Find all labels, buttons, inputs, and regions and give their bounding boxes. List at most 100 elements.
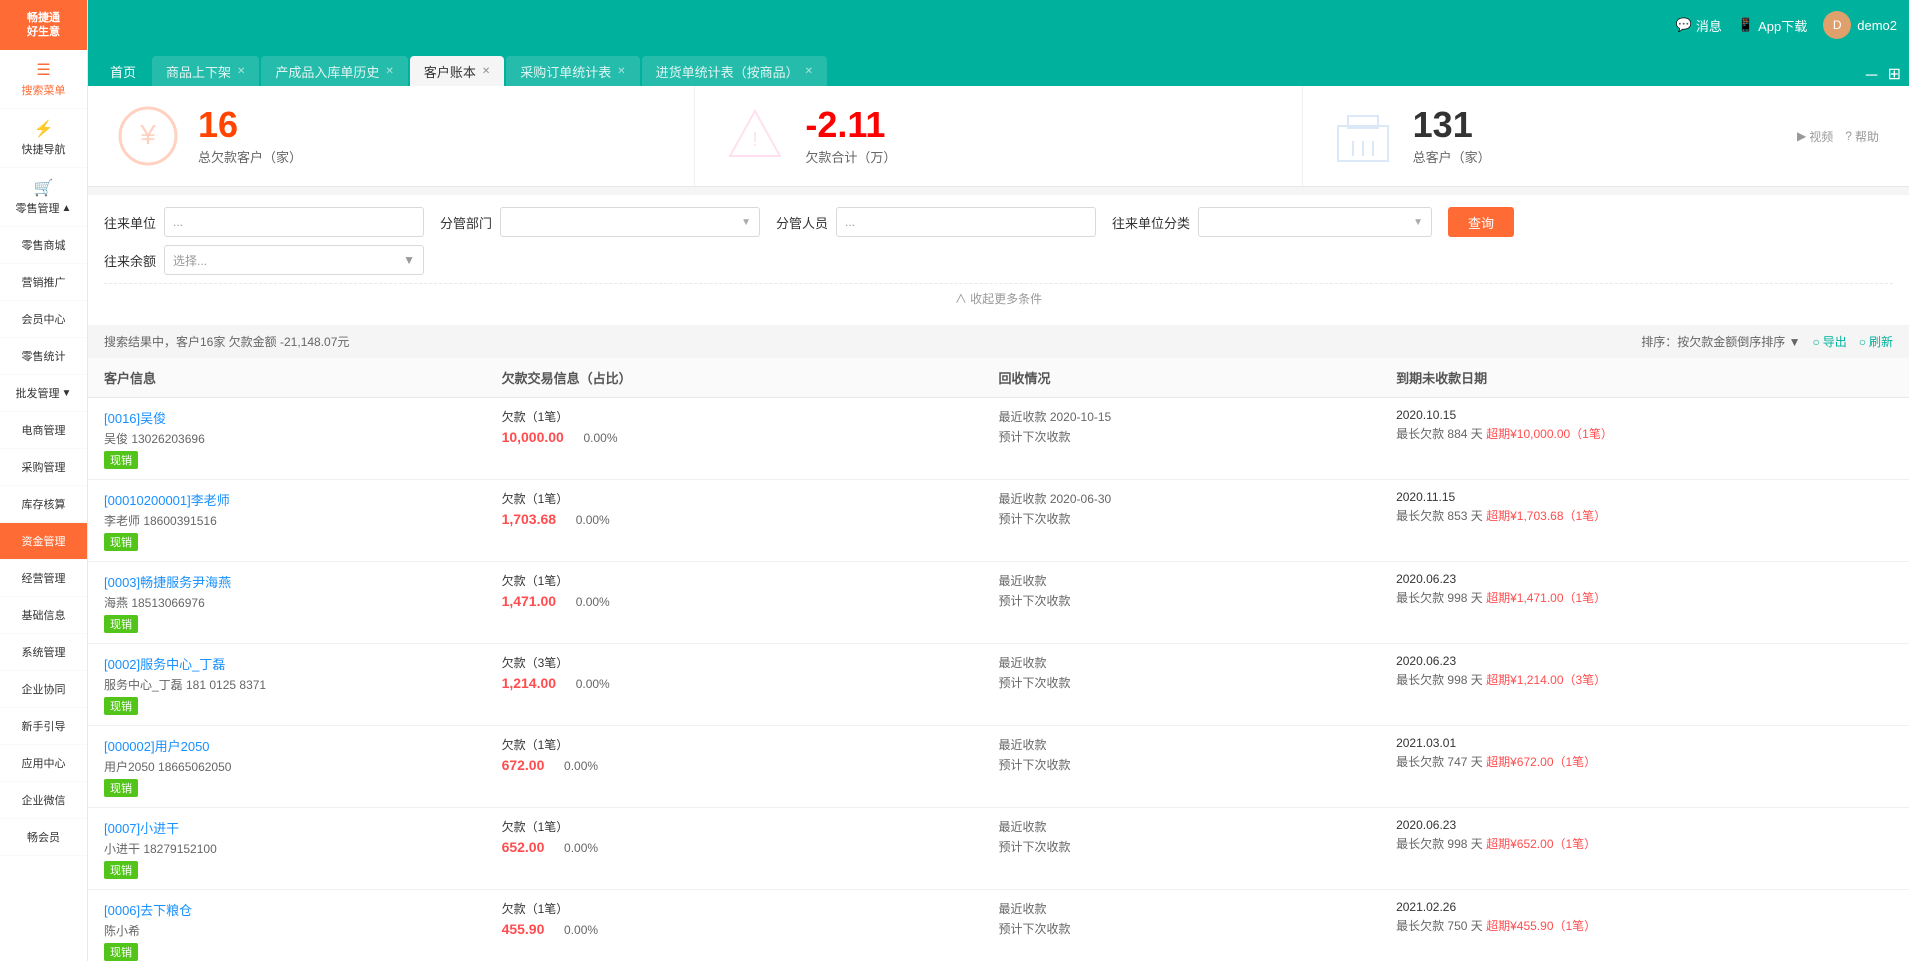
recovery-last-00010200001: 最近收款 2020-06-30: [999, 490, 1397, 507]
sidebar-item-retail-stats[interactable]: 零售统计: [0, 338, 87, 375]
recovery-info-000002: 最近收款 预计下次收款: [999, 736, 1397, 773]
sidebar-item-newbie-guide[interactable]: 新手引导: [0, 708, 87, 745]
tab-expand-btn[interactable]: ⊞: [1888, 64, 1901, 84]
sort-arrow-icon: ▼: [1789, 335, 1801, 349]
debt-count-0003: 欠款（1笔）: [502, 572, 999, 589]
debt-amount-0002[interactable]: 1,214.00: [502, 675, 557, 691]
due-info-0016: 2020.10.15 最长欠款 884 天 超期¥10,000.00（1笔）: [1396, 408, 1893, 442]
debt-amount-0007[interactable]: 652.00: [502, 839, 545, 855]
debt-amount-000002[interactable]: 672.00: [502, 757, 545, 773]
top-bar: 💬 消息 📱 App下载 D demo2: [88, 0, 1909, 50]
sidebar-item-pro-member[interactable]: 畅会员: [0, 819, 87, 856]
due-overdue-0006: 最长欠款 750 天 超期¥455.90（1笔）: [1396, 917, 1893, 934]
debt-count-0006: 欠款（1笔）: [502, 900, 999, 917]
debt-amount-0003[interactable]: 1,471.00: [502, 593, 557, 609]
debt-amount-0006[interactable]: 455.90: [502, 921, 545, 937]
sidebar-item-basic-info[interactable]: 基础信息: [0, 597, 87, 634]
col-header-due: 到期未收款日期: [1396, 368, 1893, 387]
message-btn[interactable]: 💬 消息: [1676, 16, 1722, 35]
search-button[interactable]: 查询: [1448, 207, 1514, 237]
overdue-amount-0002[interactable]: 超期¥1,214.00（3笔）: [1486, 673, 1606, 687]
recovery-info-0006: 最近收款 预计下次收款: [999, 900, 1397, 937]
filter-row-1: 往来单位 ... 分管部门 ▼ 分管人员: [104, 207, 1893, 237]
tab-purchase-stat[interactable]: 进货单统计表（按商品） ✕: [642, 56, 827, 86]
tab-close-purchase-order[interactable]: ✕: [617, 66, 625, 77]
tab-purchase-order[interactable]: 采购订单统计表 ✕: [506, 56, 639, 86]
help-btn[interactable]: ? 帮助: [1845, 128, 1879, 145]
customer-tag-0016: 现销: [104, 451, 138, 469]
customer-name-0016[interactable]: [0016]吴俊: [104, 408, 502, 427]
tab-close-production[interactable]: ✕: [385, 66, 393, 77]
overdue-amount-0007[interactable]: 超期¥652.00（1笔）: [1486, 837, 1596, 851]
sidebar-item-system-mgmt[interactable]: 系统管理: [0, 634, 87, 671]
filter-balance-select[interactable]: 选择... ▼: [164, 245, 424, 275]
app-download-btn[interactable]: 📱 App下载: [1738, 16, 1807, 35]
tab-production[interactable]: 产成品入库单历史 ✕: [261, 56, 407, 86]
video-btn[interactable]: ▶ 视频: [1797, 128, 1833, 145]
sidebar-item-finance[interactable]: 资金管理: [0, 523, 87, 560]
customer-info-0006: [0006]去下粮仓 陈小希 现销: [104, 900, 502, 961]
svg-text:!: !: [753, 129, 759, 151]
debt-percent-0003: 0.00%: [576, 595, 610, 609]
filter-department-input[interactable]: ▼: [500, 207, 760, 237]
filter-unit-category-input[interactable]: ▼: [1198, 207, 1432, 237]
tab-products[interactable]: 商品上下架 ✕: [152, 56, 259, 86]
sidebar-item-purchase-mgmt[interactable]: 采购管理: [0, 449, 87, 486]
tab-home[interactable]: 首页: [96, 56, 150, 86]
customer-name-0006[interactable]: [0006]去下粮仓: [104, 900, 502, 919]
customer-name-000002[interactable]: [000002]用户2050: [104, 736, 502, 755]
refresh-btn[interactable]: ○ 刷新: [1859, 333, 1893, 350]
sidebar-item-enterprise-wechat[interactable]: 企业微信: [0, 782, 87, 819]
filter-person-label: 分管人员: [776, 213, 828, 232]
table-row: [0002]服务中心_丁磊 服务中心_丁磊 181 0125 8371 现销 欠…: [88, 644, 1909, 726]
debt-info-0002: 欠款（3笔） 1,214.00 0.00%: [502, 654, 999, 691]
overdue-amount-000002[interactable]: 超期¥672.00（1笔）: [1486, 755, 1596, 769]
sidebar-item-ecommerce[interactable]: 电商管理: [0, 412, 87, 449]
recovery-next-0006: 预计下次收款: [999, 920, 1397, 937]
customer-name-0003[interactable]: [0003]畅捷服务尹海燕: [104, 572, 502, 591]
user-info[interactable]: D demo2: [1823, 11, 1897, 39]
tab-close-products[interactable]: ✕: [237, 66, 245, 77]
overdue-amount-0016[interactable]: 超期¥10,000.00（1笔）: [1486, 427, 1613, 441]
overdue-amount-0006[interactable]: 超期¥455.90（1笔）: [1486, 919, 1596, 933]
tab-minimize-btn[interactable]: －: [1864, 62, 1880, 86]
tab-customer-account[interactable]: 客户账本 ✕: [410, 56, 504, 86]
recovery-next-0002: 预计下次收款: [999, 674, 1397, 691]
debt-info-0007: 欠款（1笔） 652.00 0.00%: [502, 818, 999, 855]
filter-person-input[interactable]: ...: [836, 207, 1096, 237]
customer-phone-00010200001: 李老师 18600391516: [104, 512, 502, 529]
sidebar-item-member-center[interactable]: 会员中心: [0, 301, 87, 338]
tab-close-purchase-stat[interactable]: ✕: [805, 66, 813, 77]
retail-mgmt-icon: 🛒: [6, 178, 81, 198]
collapse-btn[interactable]: ∧ 收起更多条件: [104, 283, 1893, 313]
customer-name-0007[interactable]: [0007]小进干: [104, 818, 502, 837]
customer-info-0002: [0002]服务中心_丁磊 服务中心_丁磊 181 0125 8371 现销: [104, 654, 502, 715]
col-header-debt: 欠款交易信息（占比）: [502, 368, 999, 387]
recovery-info-0002: 最近收款 预计下次收款: [999, 654, 1397, 691]
customer-tag-00010200001: 现销: [104, 533, 138, 551]
sidebar-item-enterprise-coop[interactable]: 企业协同: [0, 671, 87, 708]
debt-amount-0016[interactable]: 10,000.00: [502, 429, 564, 445]
sidebar-item-inventory[interactable]: 库存核算: [0, 486, 87, 523]
debt-percent-000002: 0.00%: [564, 759, 598, 773]
filter-unit-input[interactable]: ...: [164, 207, 424, 237]
debt-amount-00010200001[interactable]: 1,703.68: [502, 511, 557, 527]
recovery-last-000002: 最近收款: [999, 736, 1397, 753]
sidebar-item-quick-nav[interactable]: ⚡ 快捷导航: [0, 109, 87, 168]
sidebar-item-batch-mgmt[interactable]: 批发管理 ▼: [0, 375, 87, 412]
sidebar-item-retail-mgmt[interactable]: 🛒 零售管理 ▲: [0, 168, 87, 227]
export-btn[interactable]: ○ 导出: [1812, 333, 1846, 350]
tab-close-customer-account[interactable]: ✕: [482, 66, 490, 77]
customer-phone-0002: 服务中心_丁磊 181 0125 8371: [104, 676, 502, 693]
overdue-amount-00010200001[interactable]: 超期¥1,703.68（1笔）: [1486, 509, 1606, 523]
sidebar-item-app-center[interactable]: 应用中心: [0, 745, 87, 782]
overdue-amount-0003[interactable]: 超期¥1,471.00（1笔）: [1486, 591, 1606, 605]
sidebar-item-search-menu[interactable]: ☰ 搜索菜单: [0, 50, 87, 109]
sidebar-item-business-mgmt[interactable]: 经营管理: [0, 560, 87, 597]
customer-name-0002[interactable]: [0002]服务中心_丁磊: [104, 654, 502, 673]
sidebar-item-retail-mall[interactable]: 零售商城: [0, 227, 87, 264]
sidebar-item-marketing[interactable]: 营销推广: [0, 264, 87, 301]
due-info-0006: 2021.02.26 最长欠款 750 天 超期¥455.90（1笔）: [1396, 900, 1893, 934]
app-logo: 畅捷通好生意: [0, 0, 87, 50]
customer-name-00010200001[interactable]: [00010200001]李老师: [104, 490, 502, 509]
